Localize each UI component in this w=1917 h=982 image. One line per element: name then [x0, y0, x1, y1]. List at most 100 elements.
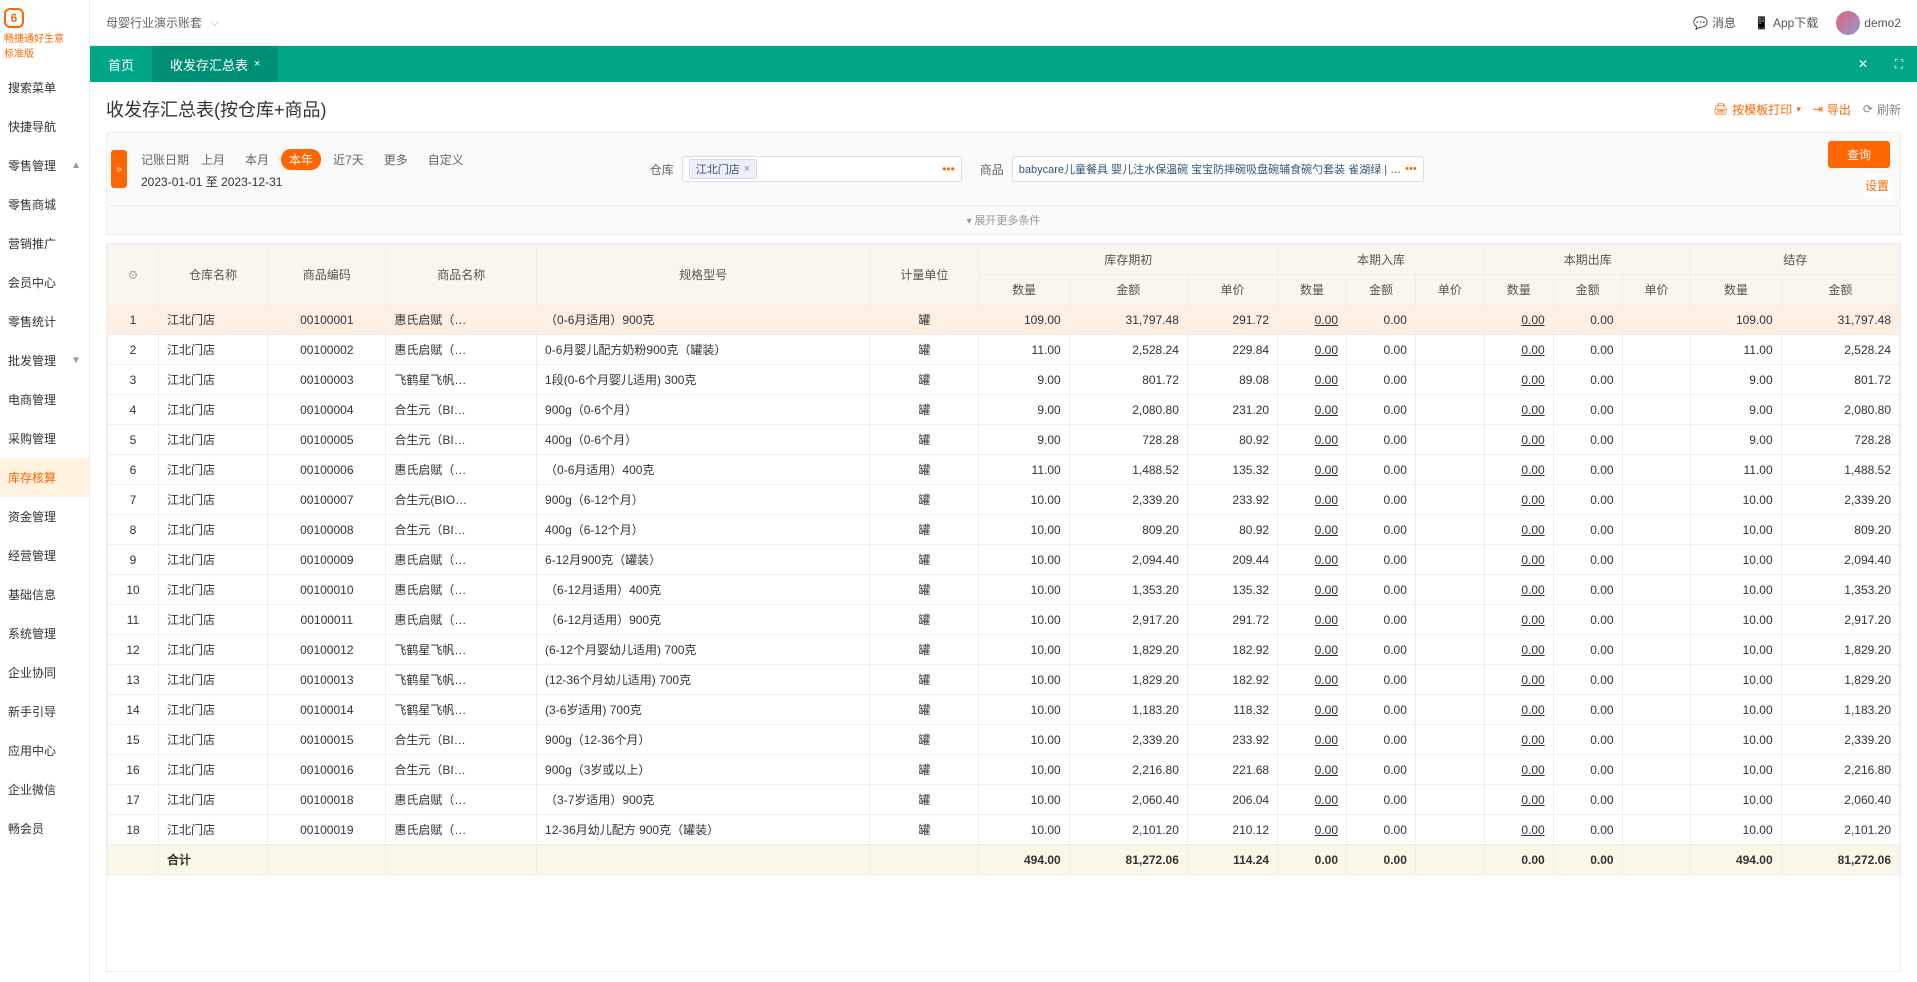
account-select[interactable]: 母婴行业演示账套 ⌵ [106, 14, 246, 31]
chevron-down-icon: ▾ [1796, 104, 1801, 115]
sidebar-item-18[interactable]: 企业微信 [0, 770, 89, 809]
sidebar: 6 畅捷通好生意 标准版 搜索菜单快捷导航零售管理▲零售商城营销推广会员中心零售… [0, 0, 90, 982]
th-in: 本期入库 [1278, 245, 1485, 275]
sidebar-item-6[interactable]: 零售统计 [0, 302, 89, 341]
logo-text: 畅捷通好生意 [4, 30, 64, 45]
filter-bar: » 记账日期 上月 本月 本年 近7天 更多 自定义 2023-01-01 至 … [106, 132, 1901, 206]
warehouse-input[interactable]: 江北门店 × ••• [682, 156, 962, 182]
more-icon[interactable]: ••• [942, 162, 955, 176]
th-warehouse: 仓库名称 [158, 245, 267, 305]
date-this-year[interactable]: 本年 [281, 149, 321, 170]
tab-report[interactable]: 收发存汇总表 × [152, 46, 278, 82]
table-row[interactable]: 3江北门店00100003飞鹤星飞帆…1段(0-6个月婴儿适用) 300克罐9.… [108, 365, 1900, 395]
date-custom[interactable]: 自定义 [420, 149, 472, 170]
user-name: demo2 [1864, 16, 1901, 30]
tabstrip: 首页 收发存汇总表 × ✕ ⛶ [90, 46, 1917, 82]
tab-close-all[interactable]: ✕ [1845, 46, 1881, 82]
sidebar-item-13[interactable]: 基础信息 [0, 575, 89, 614]
sidebar-item-12[interactable]: 经营管理 [0, 536, 89, 575]
messages-link[interactable]: 💬 消息 [1693, 14, 1736, 31]
user-menu[interactable]: demo2 [1836, 11, 1901, 35]
table-row[interactable]: 1江北门店00100001惠氏启赋（…（0-6月适用）900克罐109.0031… [108, 305, 1900, 335]
logo-icon: 6 [4, 8, 24, 28]
table-row[interactable]: 18江北门店00100019惠氏启赋（…12-36月幼儿配方 900克（罐装）罐… [108, 815, 1900, 845]
table-row[interactable]: 8江北门店00100008合生元（BI…400g（6-12个月）罐10.0080… [108, 515, 1900, 545]
tab-fullscreen[interactable]: ⛶ [1881, 46, 1917, 82]
gear-icon[interactable]: ⚙ [128, 268, 139, 282]
th-initial: 库存期初 [979, 245, 1278, 275]
total-label: 合计 [158, 845, 267, 875]
table-row[interactable]: 12江北门店00100012飞鹤星飞帆…(6-12个月婴幼儿适用) 700克罐1… [108, 635, 1900, 665]
logo: 6 畅捷通好生意 标准版 [0, 0, 89, 68]
account-name: 母婴行业演示账套 [106, 14, 202, 31]
topbar: 母婴行业演示账套 ⌵ 💬 消息 📱 App下载 demo2 [90, 0, 1917, 46]
table-row[interactable]: 6江北门店00100006惠氏启赋（…（0-6月适用）400克罐11.001,4… [108, 455, 1900, 485]
more-icon[interactable]: ••• [1405, 163, 1417, 175]
sidebar-item-16[interactable]: 新手引导 [0, 692, 89, 731]
remove-chip-icon[interactable]: × [744, 163, 750, 175]
sidebar-item-19[interactable]: 畅会员 [0, 809, 89, 848]
chevron-down-icon: ⌵ [210, 15, 219, 30]
query-button[interactable]: 查询 [1828, 141, 1890, 168]
print-button[interactable]: 🖨按模板打印▾ [1713, 101, 1801, 118]
th-out: 本期出库 [1484, 245, 1691, 275]
table-row[interactable]: 15江北门店00100015合生元（BI…900g（12-36个月）罐10.00… [108, 725, 1900, 755]
messages-label: 消息 [1712, 14, 1736, 31]
table-row[interactable]: 7江北门店00100007合生元(BIO…900g（6-12个月）罐10.002… [108, 485, 1900, 515]
table-row[interactable]: 14江北门店00100014飞鹤星飞帆…(3-6岁适用) 700克罐10.001… [108, 695, 1900, 725]
table-row[interactable]: 11江北门店00100011惠氏启赋（…（6-12月适用）900克罐10.002… [108, 605, 1900, 635]
sidebar-item-10[interactable]: 库存核算 [0, 458, 89, 497]
table-row[interactable]: 17江北门店00100018惠氏启赋（…（3-7岁适用）900克罐10.002,… [108, 785, 1900, 815]
th-unit: 计量单位 [870, 245, 979, 305]
date-label: 记账日期 [141, 151, 189, 168]
goods-input[interactable]: babycare儿童餐具 婴儿注水保温碗 宝宝防摔碗吸盘碗辅食碗勺套装 雀湖绿 … [1012, 156, 1424, 182]
sidebar-item-15[interactable]: 企业协同 [0, 653, 89, 692]
sidebar-item-17[interactable]: 应用中心 [0, 731, 89, 770]
sidebar-item-9[interactable]: 采购管理 [0, 419, 89, 458]
th-name: 商品名称 [386, 245, 537, 305]
date-range: 2023-01-01 至 2023-12-31 [141, 173, 472, 190]
sidebar-item-7[interactable]: 批发管理▼ [0, 341, 89, 380]
table-row[interactable]: 16江北门店00100016合生元（BI…900g（3岁或以上）罐10.002,… [108, 755, 1900, 785]
close-icon[interactable]: × [254, 58, 260, 70]
settings-button[interactable]: 设置 [1864, 174, 1890, 197]
table-row[interactable]: 4江北门店00100004合生元（BI…900g（0-6个月）罐9.002,08… [108, 395, 1900, 425]
date-last7[interactable]: 近7天 [325, 149, 372, 170]
table-row[interactable]: 5江北门店00100005合生元（BI…400g（0-6个月）罐9.00728.… [108, 425, 1900, 455]
expand-filters[interactable]: ▾ 展开更多条件 [106, 206, 1901, 235]
th-code: 商品编码 [268, 245, 386, 305]
warehouse-chip: 江北门店 × [689, 159, 757, 179]
warehouse-label: 仓库 [646, 161, 674, 178]
table-row[interactable]: 9江北门店00100009惠氏启赋（…6-12月900克（罐装）罐10.002,… [108, 545, 1900, 575]
table-row[interactable]: 10江北门店00100010惠氏启赋（…（6-12月适用）400克罐10.001… [108, 575, 1900, 605]
sidebar-item-3[interactable]: 零售商城 [0, 185, 89, 224]
date-last-month[interactable]: 上月 [193, 149, 233, 170]
table-row[interactable]: 13江北门店00100013飞鹤星飞帆…(12-36个月幼儿适用) 700克罐1… [108, 665, 1900, 695]
sidebar-item-1[interactable]: 快捷导航 [0, 107, 89, 146]
collapse-filter-button[interactable]: » [111, 150, 127, 188]
date-this-month[interactable]: 本月 [237, 149, 277, 170]
app-download-link[interactable]: 📱 App下载 [1754, 14, 1818, 31]
date-more[interactable]: 更多 [376, 149, 416, 170]
th-balance: 结存 [1691, 245, 1900, 275]
sidebar-item-11[interactable]: 资金管理 [0, 497, 89, 536]
sidebar-item-14[interactable]: 系统管理 [0, 614, 89, 653]
goods-label: 商品 [976, 161, 1004, 178]
sidebar-item-4[interactable]: 营销推广 [0, 224, 89, 263]
sidebar-item-8[interactable]: 电商管理 [0, 380, 89, 419]
table-row[interactable]: 2江北门店00100002惠氏启赋（…0-6月婴儿配方奶粉900克（罐装）罐11… [108, 335, 1900, 365]
phone-icon: 📱 [1754, 16, 1769, 30]
logo-edition: 标准版 [4, 45, 34, 60]
refresh-button[interactable]: ⟳刷新 [1863, 101, 1901, 118]
sidebar-item-0[interactable]: 搜索菜单 [0, 68, 89, 107]
page-title: 收发存汇总表(按仓库+商品) [106, 96, 327, 122]
message-icon: 💬 [1693, 16, 1708, 30]
export-icon: ⇥ [1813, 102, 1823, 116]
avatar [1836, 11, 1860, 35]
data-table[interactable]: ⚙ 仓库名称 商品编码 商品名称 规格型号 计量单位 库存期初 本期入库 本期出… [106, 243, 1901, 972]
export-button[interactable]: ⇥导出 [1813, 101, 1851, 118]
refresh-icon: ⟳ [1863, 102, 1873, 116]
sidebar-item-2[interactable]: 零售管理▲ [0, 146, 89, 185]
sidebar-item-5[interactable]: 会员中心 [0, 263, 89, 302]
tab-home[interactable]: 首页 [90, 46, 152, 82]
